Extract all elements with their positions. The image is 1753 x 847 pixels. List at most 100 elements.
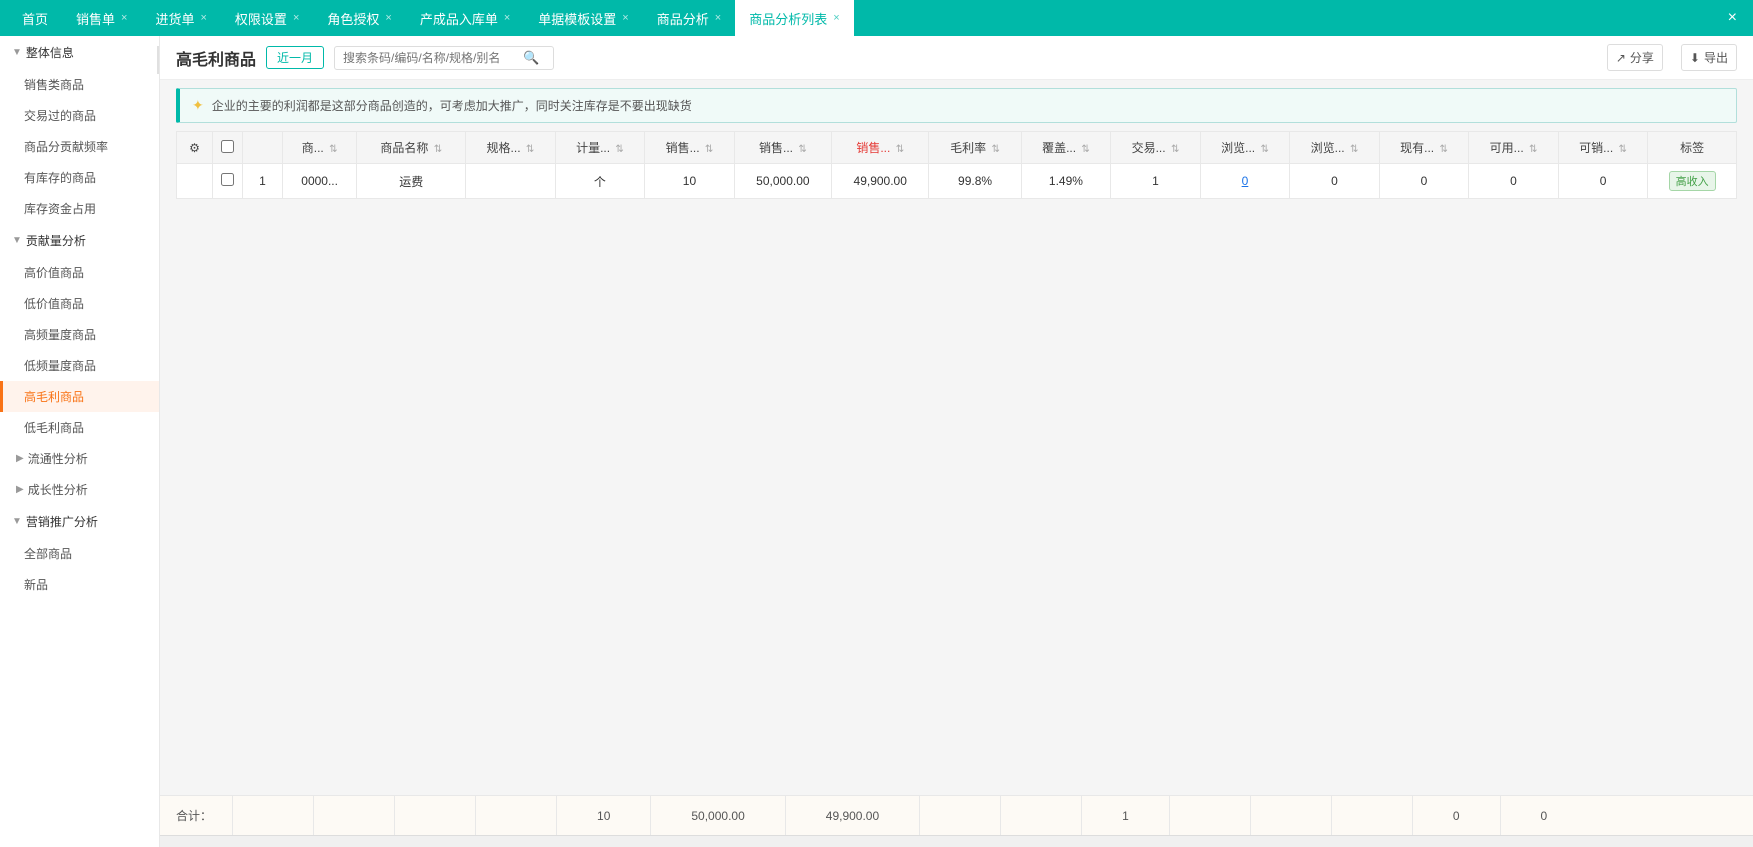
- col-header-sales-qty[interactable]: 销售... ⇅: [645, 132, 735, 164]
- col-header-sales-amount[interactable]: 销售... ⇅: [734, 132, 831, 164]
- footer-cell-spacer6: [1000, 796, 1081, 835]
- nav-item-sales[interactable]: 销售单 ×: [62, 0, 141, 36]
- footer-cell-browse1: [1169, 796, 1250, 835]
- sidebar-group-marketing: ▼ 营销推广分析 全部商品 新品: [0, 505, 159, 600]
- sidebar-item-contribution-rate[interactable]: 商品分贡献频率: [0, 131, 159, 162]
- sidebar-group-contribution: ▼ 贡献量分析 高价值商品 低价值商品 高频量度商品 低频量度商品 高毛利商品 …: [0, 224, 159, 443]
- footer-label: 合计：: [176, 807, 212, 824]
- col-header-transaction[interactable]: 交易... ⇅: [1111, 132, 1201, 164]
- nav-item-product-storage[interactable]: 产成品入库单 ×: [406, 0, 524, 36]
- col-header-check[interactable]: [213, 132, 243, 164]
- sidebar-item-high-value[interactable]: 高价值商品: [0, 257, 159, 288]
- page-title: 高毛利商品: [176, 46, 256, 70]
- global-close-button[interactable]: ×: [1720, 9, 1745, 27]
- cell-transaction: 1: [1111, 164, 1201, 199]
- nav-close-sales[interactable]: ×: [121, 12, 127, 24]
- col-header-unit[interactable]: 计量... ⇅: [555, 132, 645, 164]
- nav-close-permission[interactable]: ×: [293, 12, 299, 24]
- main-layout: « ▼ 整体信息 销售类商品 交易过的商品 商品分贡献频率 有库存的商品 库存资…: [0, 36, 1753, 847]
- cell-name: 运费: [357, 164, 466, 199]
- sidebar-item-all-goods[interactable]: 全部商品: [0, 538, 159, 569]
- search-icon[interactable]: 🔍: [523, 50, 539, 66]
- cell-sales-amount: 50,000.00: [734, 164, 831, 199]
- sidebar-collapse-button[interactable]: «: [157, 46, 160, 74]
- group-label-growth: 成长性分析: [28, 481, 88, 498]
- col-header-coverage[interactable]: 覆盖... ⇅: [1021, 132, 1111, 164]
- nav-close-product-analysis-list[interactable]: ×: [833, 12, 839, 24]
- group-label-marketing: 营销推广分析: [26, 513, 98, 530]
- nav-item-permission[interactable]: 权限设置 ×: [221, 0, 313, 36]
- sidebar-item-new-goods[interactable]: 新品: [0, 569, 159, 600]
- notice-text: 企业的主要的利润都是这部分商品创造的，可考虑加大推广，同时关注库存是不要出现缺货: [212, 97, 692, 114]
- cell-sales-profit: 49,900.00: [832, 164, 929, 199]
- arrow-icon-circulation: ▶: [16, 453, 24, 464]
- cell-coverage: 1.49%: [1021, 164, 1111, 199]
- sidebar-item-low-freq[interactable]: 低频量度商品: [0, 350, 159, 381]
- col-header-sales-profit[interactable]: 销售... ⇅: [832, 132, 929, 164]
- sidebar-item-in-stock[interactable]: 有库存的商品: [0, 162, 159, 193]
- col-header-available[interactable]: 可用... ⇅: [1469, 132, 1559, 164]
- period-button[interactable]: 近一月: [266, 46, 324, 69]
- footer-cell-spacer3: [394, 796, 475, 835]
- nav-item-home[interactable]: 首页: [8, 0, 62, 36]
- nav-close-purchase[interactable]: ×: [200, 12, 206, 24]
- sidebar-item-low-value[interactable]: 低价值商品: [0, 288, 159, 319]
- nav-close-template[interactable]: ×: [622, 12, 628, 24]
- col-header-settings[interactable]: ⚙: [177, 132, 213, 164]
- col-header-code[interactable]: 商... ⇅: [283, 132, 357, 164]
- nav-label-product-analysis: 商品分析: [657, 9, 709, 28]
- nav-close-role[interactable]: ×: [385, 12, 391, 24]
- table-wrapper[interactable]: ⚙ 商... ⇅ 商品名称 ⇅ 规格... ⇅ 计量... ⇅ 销售... ⇅ …: [176, 131, 1737, 795]
- sidebar-group-title-marketing[interactable]: ▼ 营销推广分析: [0, 505, 159, 538]
- nav-item-purchase[interactable]: 进货单 ×: [141, 0, 220, 36]
- nav-close-product-storage[interactable]: ×: [504, 12, 510, 24]
- arrow-icon-growth: ▶: [16, 484, 24, 495]
- nav-item-template[interactable]: 单据模板设置 ×: [524, 0, 642, 36]
- select-all-checkbox[interactable]: [221, 140, 234, 153]
- nav-close-product-analysis[interactable]: ×: [715, 12, 721, 24]
- group-label-circulation: 流通性分析: [28, 450, 88, 467]
- sidebar-group-title-circulation[interactable]: ▶ 流通性分析: [0, 443, 159, 474]
- export-label: 导出: [1704, 49, 1728, 66]
- cell-available: 0: [1469, 164, 1559, 199]
- sidebar-group-growth: ▶ 成长性分析: [0, 474, 159, 505]
- nav-item-product-analysis-list[interactable]: 商品分析列表 ×: [735, 0, 853, 36]
- footer-cell-spacer4: [475, 796, 556, 835]
- sidebar-item-high-margin[interactable]: 高毛利商品: [0, 381, 159, 412]
- sidebar-group-title-contribution[interactable]: ▼ 贡献量分析: [0, 224, 159, 257]
- sidebar-group-title-growth[interactable]: ▶ 成长性分析: [0, 474, 159, 505]
- export-button[interactable]: ⬇ 导出: [1681, 44, 1737, 71]
- search-input[interactable]: [343, 51, 523, 65]
- footer-cell-available: 0: [1412, 796, 1500, 835]
- cell-check[interactable]: [213, 164, 243, 199]
- footer-cell-spacer2: [313, 796, 394, 835]
- sidebar-item-low-margin[interactable]: 低毛利商品: [0, 412, 159, 443]
- sidebar-item-stock-funds[interactable]: 库存资金占用: [0, 193, 159, 224]
- footer-cell-sales-profit: 49,900.00: [785, 796, 919, 835]
- table-row: 1 0000... 运费 个 10 50,000.00 49,900.00 99…: [177, 164, 1737, 199]
- col-header-current-stock[interactable]: 现有... ⇅: [1379, 132, 1469, 164]
- col-header-browse2[interactable]: 浏览... ⇅: [1290, 132, 1380, 164]
- col-header-name[interactable]: 商品名称 ⇅: [357, 132, 466, 164]
- col-header-saleable[interactable]: 可销... ⇅: [1558, 132, 1648, 164]
- cell-gross-margin: 99.8%: [929, 164, 1021, 199]
- col-header-browse1[interactable]: 浏览... ⇅: [1200, 132, 1290, 164]
- col-header-gross-margin[interactable]: 毛利率 ⇅: [929, 132, 1021, 164]
- share-button[interactable]: ↗ 分享: [1607, 44, 1663, 71]
- sidebar-item-high-freq[interactable]: 高频量度商品: [0, 319, 159, 350]
- sidebar-item-traded-goods[interactable]: 交易过的商品: [0, 100, 159, 131]
- nav-item-product-analysis[interactable]: 商品分析 ×: [643, 0, 735, 36]
- arrow-icon-overall: ▼: [12, 47, 22, 58]
- top-navigation: 首页 销售单 × 进货单 × 权限设置 × 角色授权 × 产成品入库单 × 单据…: [0, 0, 1753, 36]
- bottom-scrollbar[interactable]: [160, 835, 1753, 847]
- cell-tag: 高收入: [1648, 164, 1737, 199]
- sidebar-group-circulation: ▶ 流通性分析: [0, 443, 159, 474]
- nav-item-role[interactable]: 角色授权 ×: [313, 0, 405, 36]
- col-header-spec[interactable]: 规格... ⇅: [466, 132, 556, 164]
- sidebar-group-title-overall[interactable]: ▼ 整体信息: [0, 36, 159, 69]
- row-checkbox[interactable]: [221, 173, 234, 186]
- cell-browse1[interactable]: 0: [1200, 164, 1290, 199]
- sidebar: « ▼ 整体信息 销售类商品 交易过的商品 商品分贡献频率 有库存的商品 库存资…: [0, 36, 160, 847]
- sidebar-item-sales-goods[interactable]: 销售类商品: [0, 69, 159, 100]
- col-header-num: [243, 132, 283, 164]
